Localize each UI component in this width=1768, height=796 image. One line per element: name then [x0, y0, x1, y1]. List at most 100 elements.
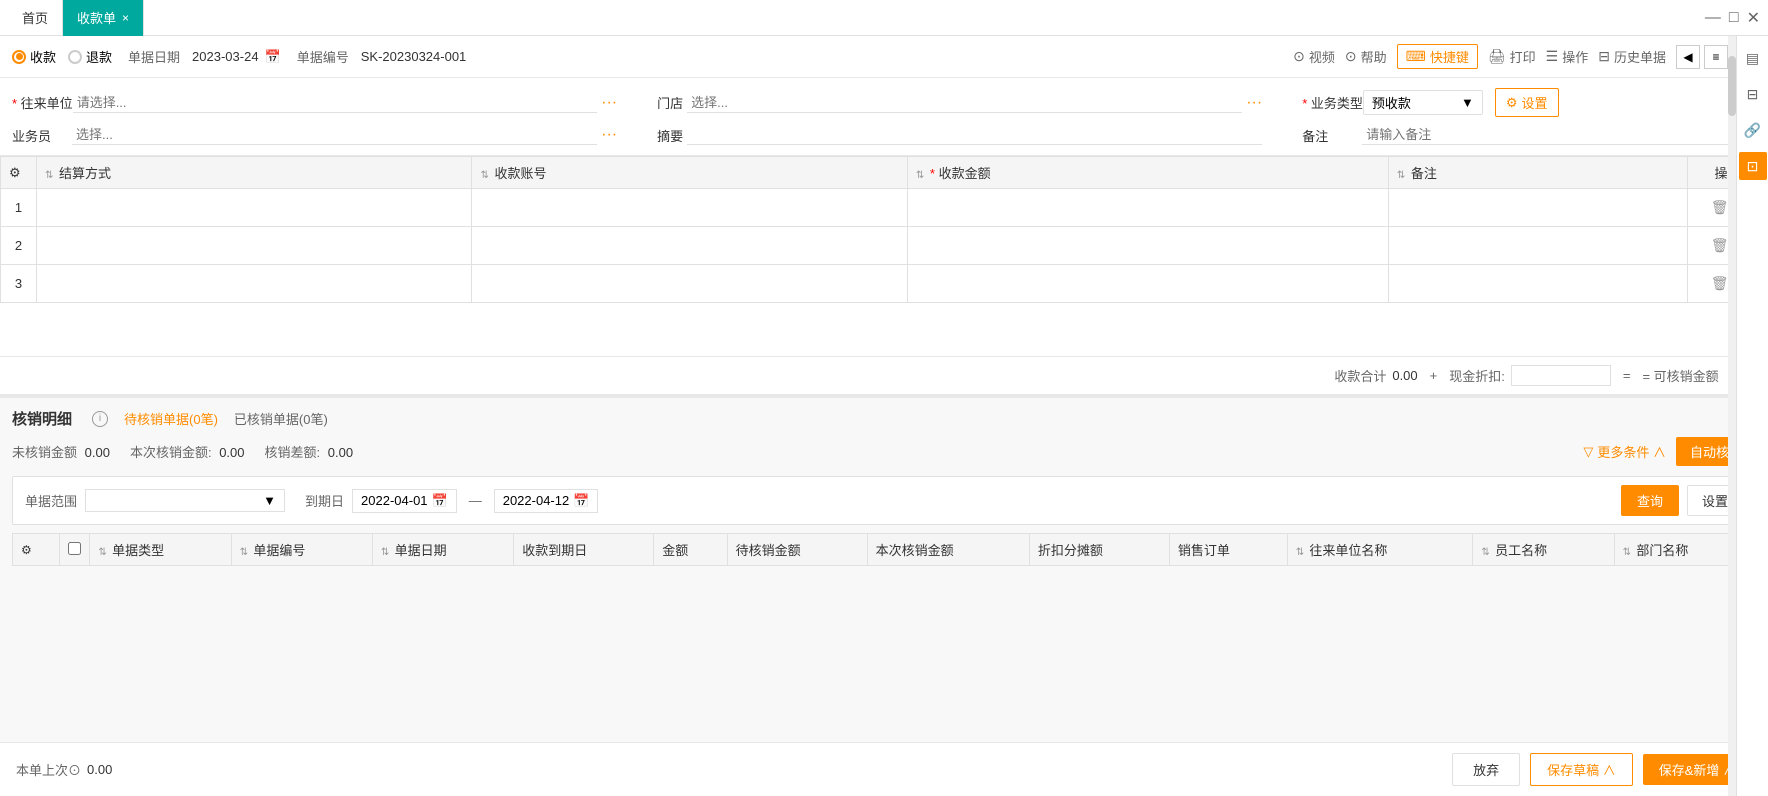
btn-help-label: 帮助: [1361, 47, 1387, 66]
tab-home[interactable]: 首页: [8, 0, 63, 36]
window-close-icon[interactable]: ✕: [1747, 8, 1760, 28]
table-header-settle: ⇅ 结算方式: [37, 157, 472, 189]
discount-summary: 现金折扣:: [1449, 365, 1611, 386]
wt-col-salesorder: 销售订单: [1178, 543, 1230, 558]
toolbar: 收款 退款 单据日期 2023-03-24 📅 单据编号 SK-20230324…: [0, 36, 1768, 78]
tab-close-icon[interactable]: ×: [122, 11, 129, 25]
scrollbar-thumb[interactable]: [1728, 56, 1736, 116]
row3-amount[interactable]: [907, 265, 1388, 303]
row1-amount[interactable]: [907, 189, 1388, 227]
scrollbar[interactable]: [1728, 36, 1736, 796]
tab-receipt-label: 收款单: [77, 8, 116, 27]
biztype-select[interactable]: 预收款 ▼: [1363, 90, 1483, 115]
btn-help[interactable]: ⊙ 帮助: [1345, 47, 1387, 66]
save-draft-label: 保存草稿 ∧: [1547, 760, 1616, 779]
settings-button[interactable]: ⚙ 设置: [1495, 88, 1559, 117]
discount-input[interactable]: [1511, 365, 1611, 386]
window-maximize-icon[interactable]: □: [1729, 9, 1739, 27]
sidebar-list-icon[interactable]: ⊟: [1739, 80, 1767, 108]
select-all-checkbox[interactable]: [68, 542, 81, 555]
row2-delete-icon[interactable]: 🗑: [1711, 237, 1729, 254]
writeoff-info-icon[interactable]: i: [92, 411, 108, 427]
history-icon: ⊟: [1598, 48, 1610, 65]
sidebar-link-icon[interactable]: 🔗: [1739, 116, 1767, 144]
save-new-label: 保存&新增 ∧: [1659, 760, 1736, 779]
window-minimize-icon[interactable]: —: [1705, 9, 1721, 27]
wt-header-current: 本次核销金额: [867, 534, 1029, 566]
table-header-account: ⇅ 收款账号: [472, 157, 907, 189]
row2-remark[interactable]: [1388, 227, 1687, 265]
partner-label: 往来单位: [12, 93, 73, 112]
sort-icon8: ⇅: [1481, 547, 1489, 558]
memo-input[interactable]: [687, 125, 1262, 145]
discard-button[interactable]: 放弃: [1452, 753, 1520, 786]
sidebar-table-icon[interactable]: ▤: [1739, 44, 1767, 72]
btn-print[interactable]: 🖨 打印: [1488, 47, 1536, 66]
row1-settle[interactable]: [37, 189, 472, 227]
row3-account[interactable]: [472, 265, 907, 303]
tab-done[interactable]: 已核销单据(0笔): [234, 409, 328, 428]
radio-tuikuan-label: 退款: [86, 47, 112, 66]
tab-pending[interactable]: 待核销单据(0笔): [124, 409, 218, 428]
stat-unwriteoff-value: 0.00: [85, 445, 110, 460]
radio-shoukuan-circle: [12, 50, 26, 64]
btn-video[interactable]: ⊙ 视频: [1293, 47, 1335, 66]
row2-amount[interactable]: [907, 227, 1388, 265]
wt-header-settings[interactable]: ⚙: [13, 534, 60, 566]
radio-tuikuan[interactable]: 退款: [68, 47, 112, 66]
operation-icon: ☰: [1546, 48, 1559, 65]
filter-date2-input[interactable]: 2022-04-12 📅: [494, 489, 599, 513]
doc-no-field: 单据编号 SK-20230324-001: [297, 47, 467, 66]
row3-delete-icon[interactable]: 🗑: [1711, 275, 1729, 292]
partner-more-icon[interactable]: ···: [601, 94, 617, 112]
col-amount-label: 收款金额: [939, 166, 991, 181]
table-header-settings[interactable]: ⚙: [1, 157, 37, 189]
partner-input[interactable]: [73, 93, 597, 113]
writeoff-table-container: ⚙ ⇅ 单据类型 ⇅ 单据编号 ⇅: [12, 533, 1756, 732]
tab-home-label: 首页: [22, 8, 48, 27]
staff-more-icon[interactable]: ···: [601, 126, 617, 144]
radio-shoukuan[interactable]: 收款: [12, 47, 56, 66]
save-draft-button[interactable]: 保存草稿 ∧: [1530, 753, 1633, 786]
row2-account[interactable]: [472, 227, 907, 265]
row3-settle[interactable]: [37, 265, 472, 303]
stat-unwriteoff: 未核销金额 0.00: [12, 442, 110, 461]
summary-row: 收款合计 0.00 + 现金折扣: = = 可核销金额 0.00: [0, 356, 1768, 394]
view-prev-icon[interactable]: ◀: [1676, 45, 1700, 69]
docno-label: 单据编号: [297, 47, 349, 66]
stat-diff-label: 核销差额:: [265, 445, 321, 460]
view-list-icon[interactable]: ≡: [1704, 45, 1728, 69]
calendar-icon[interactable]: 📅: [265, 49, 281, 65]
staff-input[interactable]: [72, 125, 597, 145]
stat-current-label: 本次核销金额:: [130, 445, 212, 460]
date-label: 单据日期: [128, 47, 180, 66]
sidebar-expand-icon[interactable]: ⊡: [1739, 152, 1767, 180]
row1-account[interactable]: [472, 189, 907, 227]
more-filter-btn[interactable]: ▽ 更多条件 ∧: [1583, 442, 1666, 461]
btn-operation[interactable]: ☰ 操作: [1546, 47, 1589, 66]
store-field: 门店 ···: [657, 93, 1262, 113]
filter-date1-input[interactable]: 2022-04-01 📅: [352, 489, 457, 513]
filter-buttons: 查询 设置: [1621, 485, 1743, 516]
wt-col-partner: 往来单位名称: [1309, 543, 1387, 558]
wt-header-checkbox[interactable]: [60, 534, 90, 566]
settings-label: 设置: [1522, 93, 1548, 112]
remark-input[interactable]: [1362, 125, 1756, 145]
btn-shortcut[interactable]: ⌨ 快捷键: [1397, 44, 1478, 69]
store-more-icon[interactable]: ···: [1246, 94, 1262, 112]
query-button[interactable]: 查询: [1621, 485, 1679, 516]
sort-icon: ⇅: [45, 170, 53, 181]
filter-due-label: 到期日: [305, 491, 344, 510]
tab-receipt[interactable]: 收款单 ×: [63, 0, 144, 36]
receipt-table: ⚙ ⇅ 结算方式 ⇅ 收款账号 ⇅ * 收款金额: [0, 156, 1768, 303]
row1-remark[interactable]: [1388, 189, 1687, 227]
store-input[interactable]: [687, 93, 1242, 113]
table-row: 3 🗑 ⊕: [1, 265, 1768, 303]
btn-history[interactable]: ⊟ 历史单据: [1598, 47, 1666, 66]
row1-delete-icon[interactable]: 🗑: [1711, 199, 1729, 216]
row2-settle[interactable]: [37, 227, 472, 265]
wt-header-duedate: 收款到期日: [514, 534, 654, 566]
filter-range-select[interactable]: ▼: [85, 489, 285, 512]
row3-remark[interactable]: [1388, 265, 1687, 303]
btn-print-label: 打印: [1510, 47, 1536, 66]
